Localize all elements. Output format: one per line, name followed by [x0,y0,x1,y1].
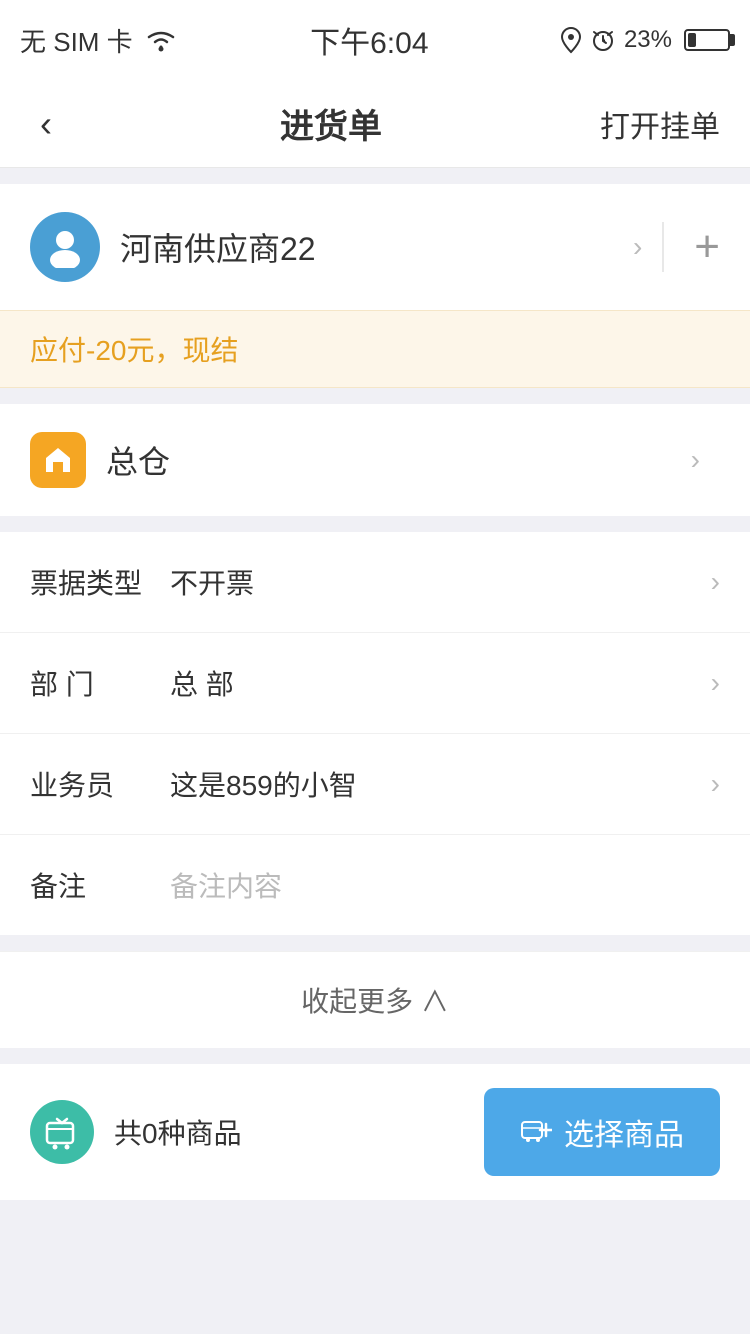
select-product-icon [520,1118,552,1146]
alarm-icon [590,27,616,53]
notice-band: 应付-20元，现结 [0,310,750,388]
product-icon [30,1100,94,1164]
warehouse-chevron-icon: › [691,444,700,476]
remark-label: 备注 [30,865,170,905]
cart-icon [43,1113,81,1151]
bottom-bar: 共0种商品 选择商品 [0,1064,750,1200]
invoice-type-chevron-icon: › [711,566,720,598]
collapse-button[interactable]: 收起更多 ∧ [0,951,750,1048]
warehouse-row[interactable]: 总仓 › [0,404,750,516]
department-chevron-icon: › [711,667,720,699]
location-icon [560,26,582,54]
status-right: 23% [560,26,730,54]
supplier-add-button[interactable]: + [694,222,720,272]
open-pending-button[interactable]: 打开挂单 [600,102,720,146]
salesperson-label: 业务员 [30,764,170,804]
select-product-label: 选择商品 [564,1110,684,1154]
carrier-text: 无 SIM 卡 [20,22,133,59]
wifi-icon [143,27,179,53]
department-label: 部 门 [30,663,170,703]
person-icon [44,226,86,268]
battery-icon [684,29,730,51]
warehouse-name: 总仓 [106,437,691,483]
invoice-type-label: 票据类型 [30,562,170,602]
remark-value: 备注内容 [170,865,720,905]
salesperson-row[interactable]: 业务员 这是859的小智 › [0,734,750,835]
battery-text: 23% [624,26,672,54]
supplier-name: 河南供应商22 [120,224,633,270]
supplier-avatar [30,212,100,282]
status-left: 无 SIM 卡 [20,22,179,59]
status-bar: 无 SIM 卡 下午6:04 23% [0,0,750,80]
department-row[interactable]: 部 门 总 部 › [0,633,750,734]
content: 河南供应商22 › + 应付-20元，现结 总仓 › 票据类型 不开票 › [0,168,750,1200]
page-title: 进货单 [280,99,382,148]
divider [662,222,664,272]
supplier-row[interactable]: 河南供应商22 › + [0,184,750,310]
invoice-type-value: 不开票 [170,562,711,602]
nav-bar: ‹ 进货单 打开挂单 [0,80,750,168]
house-icon [42,444,74,476]
product-count: 共0种商品 [114,1112,484,1152]
supplier-chevron-icon: › [633,231,642,263]
select-product-button[interactable]: 选择商品 [484,1088,720,1176]
remark-row[interactable]: 备注 备注内容 [0,835,750,935]
invoice-type-row[interactable]: 票据类型 不开票 › [0,532,750,633]
warehouse-card: 总仓 › [0,404,750,516]
department-value: 总 部 [170,663,711,703]
salesperson-chevron-icon: › [711,768,720,800]
warehouse-icon [30,432,86,488]
supplier-card: 河南供应商22 › + 应付-20元，现结 [0,184,750,388]
back-button[interactable]: ‹ [30,93,62,155]
form-section: 票据类型 不开票 › 部 门 总 部 › 业务员 这是859的小智 › 备注 备… [0,532,750,935]
status-time: 下午6:04 [310,18,428,62]
salesperson-value: 这是859的小智 [170,764,711,804]
